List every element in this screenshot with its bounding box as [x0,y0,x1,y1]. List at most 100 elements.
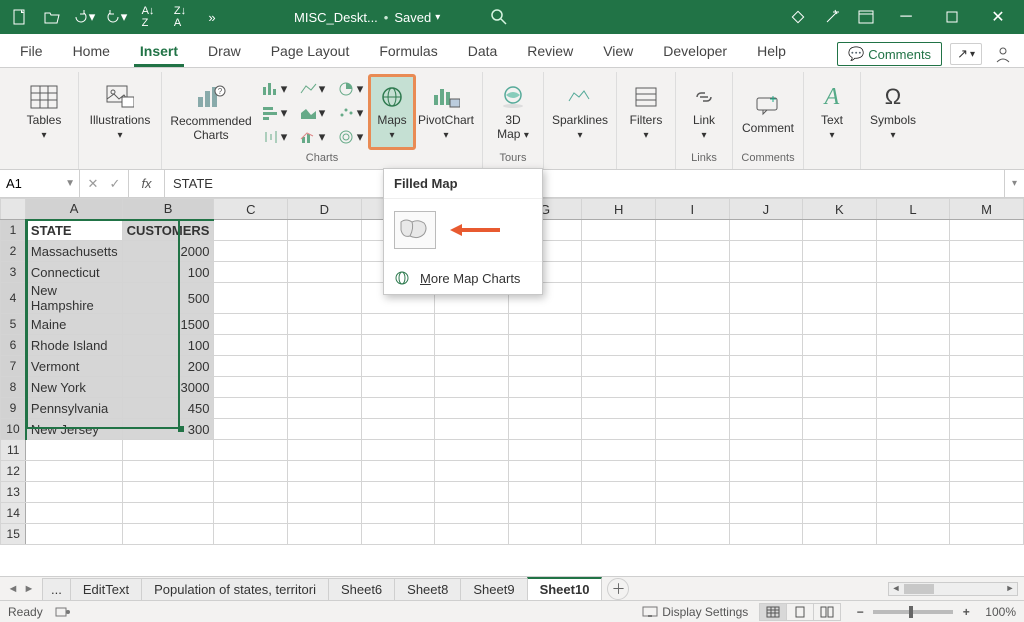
sheet-overflow[interactable]: ... [42,578,71,600]
cell[interactable] [361,377,435,398]
cell[interactable] [876,314,950,335]
cell[interactable]: Maine [26,314,122,335]
cell[interactable] [950,440,1024,461]
scroll-left-icon[interactable]: ◄ [889,583,903,595]
cell[interactable] [214,377,288,398]
cell[interactable] [950,314,1024,335]
scroll-thumb[interactable] [904,584,934,594]
line-chart-icon[interactable]: ▾ [294,78,330,100]
select-all-corner[interactable] [1,199,26,220]
cell[interactable] [803,262,877,283]
cell[interactable] [435,503,509,524]
sheet-tab[interactable]: Population of states, territori [141,578,329,600]
cell[interactable] [656,398,730,419]
cell[interactable] [435,377,509,398]
cell[interactable] [361,356,435,377]
cell[interactable] [288,314,362,335]
illustrations-button[interactable]: Illustrations▾ [85,76,155,148]
text-button[interactable]: AText▾ [810,76,854,148]
cell[interactable] [656,503,730,524]
tables-button[interactable]: Tables▾ [16,76,72,148]
cell[interactable] [582,482,656,503]
tab-insert[interactable]: Insert [134,37,184,67]
cell[interactable] [26,440,122,461]
cell[interactable] [656,461,730,482]
cell[interactable] [582,356,656,377]
row-header[interactable]: 10 [1,419,26,440]
cell[interactable] [729,377,803,398]
cell[interactable] [803,220,877,241]
maximize-button[interactable] [934,3,970,31]
cell[interactable]: CUSTOMERS [122,220,214,241]
cell[interactable] [288,419,362,440]
cell[interactable] [508,398,582,419]
cell[interactable] [950,377,1024,398]
name-box-input[interactable] [6,176,73,191]
cell[interactable] [361,419,435,440]
tab-page-layout[interactable]: Page Layout [265,37,356,67]
cell[interactable] [950,220,1024,241]
cell[interactable] [214,461,288,482]
cell[interactable] [582,503,656,524]
new-file-icon[interactable] [8,5,32,29]
cell[interactable] [214,262,288,283]
cell[interactable] [876,440,950,461]
cell[interactable] [122,482,214,503]
cell[interactable]: 500 [122,283,214,314]
share-button[interactable]: ↗▾ [950,43,982,65]
cell[interactable] [435,461,509,482]
cell[interactable] [582,524,656,545]
cell[interactable] [950,241,1024,262]
cell[interactable] [656,283,730,314]
cell[interactable] [361,482,435,503]
save-state[interactable]: Saved ▾ [394,10,440,25]
cell[interactable] [656,377,730,398]
minimize-button[interactable]: ─ [888,3,924,31]
cell[interactable] [582,241,656,262]
cell[interactable] [656,335,730,356]
cell[interactable] [803,398,877,419]
cell[interactable] [656,220,730,241]
formula-input[interactable]: STATE [165,170,1004,197]
cell[interactable] [803,241,877,262]
zoom-track[interactable] [873,610,953,614]
filters-button[interactable]: Filters▾ [623,76,669,148]
bar-chart-icon[interactable]: ▾ [256,102,292,124]
sheet-nav-next-icon[interactable]: ► [22,583,36,595]
column-header[interactable]: A [26,199,122,220]
filled-map-option[interactable] [394,211,436,249]
row-header[interactable]: 4 [1,283,26,314]
cell[interactable] [122,524,214,545]
tab-formulas[interactable]: Formulas [373,37,443,67]
tab-review[interactable]: Review [521,37,579,67]
cell[interactable] [214,524,288,545]
cell[interactable] [26,461,122,482]
cell[interactable] [508,461,582,482]
more-map-charts-button[interactable]: More Map Charts [384,261,542,294]
tab-file[interactable]: File [14,37,49,67]
tab-help[interactable]: Help [751,37,792,67]
cell[interactable] [656,241,730,262]
row-header[interactable]: 6 [1,335,26,356]
cell[interactable] [803,461,877,482]
cell[interactable] [288,241,362,262]
expand-formula-bar-icon[interactable]: ▾ [1004,170,1024,197]
cell[interactable] [361,461,435,482]
cell[interactable]: 450 [122,398,214,419]
cell[interactable] [508,524,582,545]
new-sheet-button[interactable]: ＋ [607,578,629,600]
cell[interactable] [656,524,730,545]
cell[interactable] [876,398,950,419]
maps-button[interactable]: Maps▾ [370,76,414,148]
cell[interactable]: 1500 [122,314,214,335]
scroll-right-icon[interactable]: ► [1003,583,1017,595]
cell[interactable] [122,461,214,482]
cell[interactable] [950,461,1024,482]
cell[interactable] [435,335,509,356]
cell[interactable] [288,335,362,356]
cell[interactable] [729,314,803,335]
cell[interactable] [582,440,656,461]
cell[interactable] [508,377,582,398]
cell[interactable] [508,314,582,335]
cell[interactable]: 100 [122,262,214,283]
